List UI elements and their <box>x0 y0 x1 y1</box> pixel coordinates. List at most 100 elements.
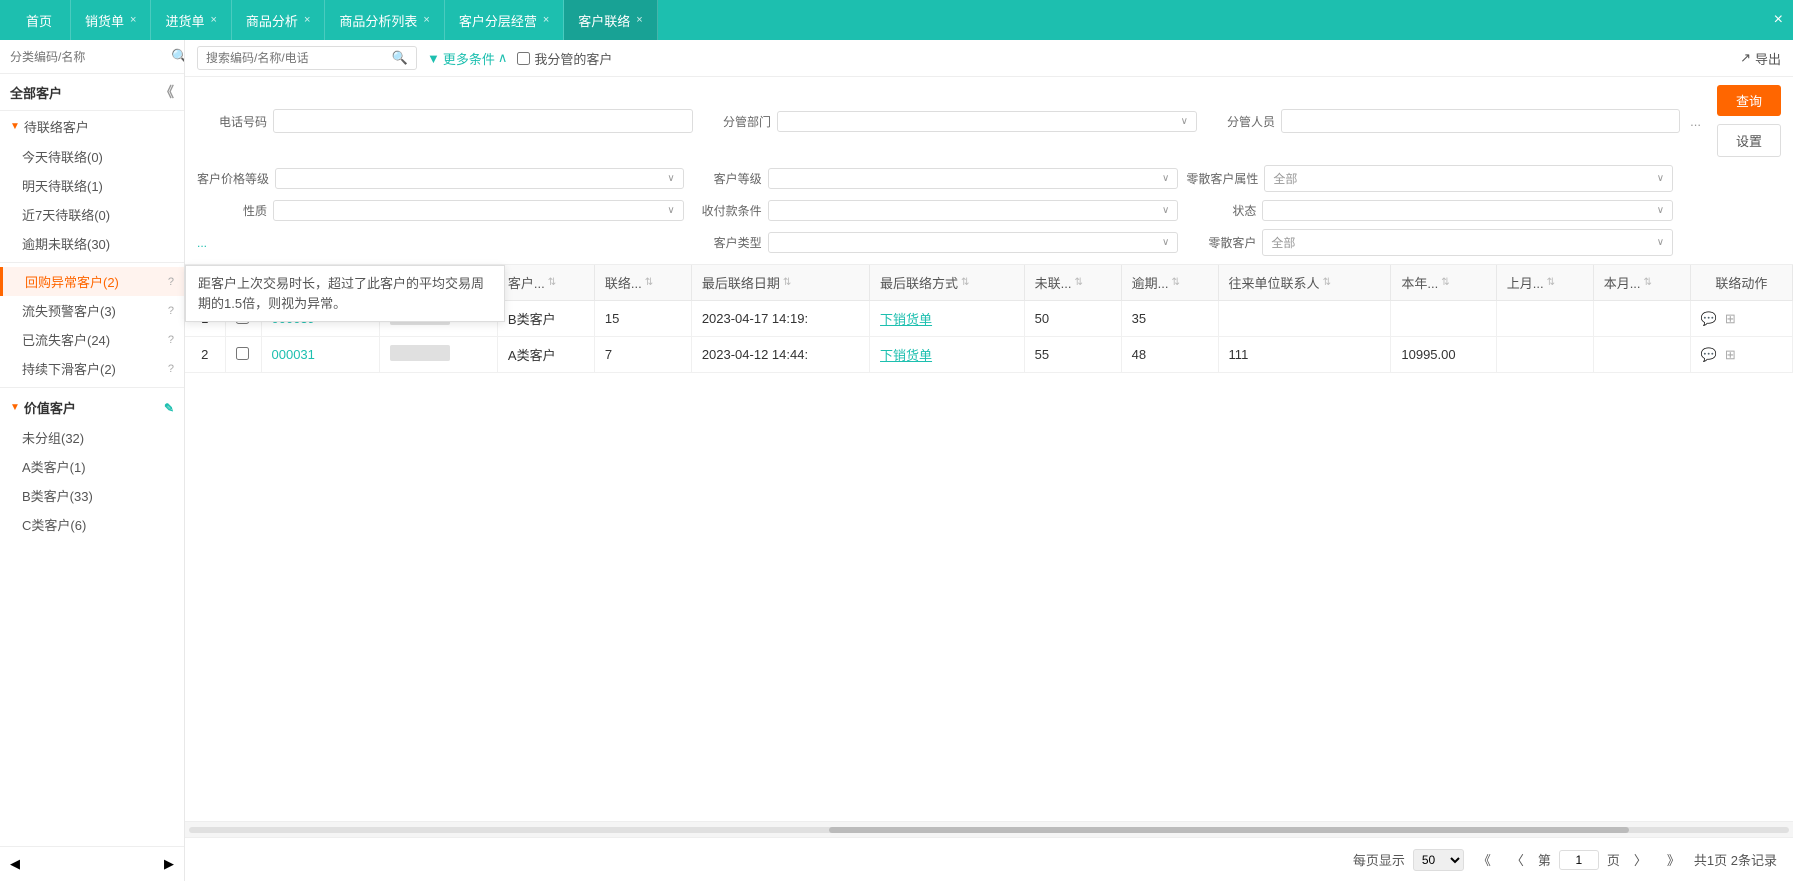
my-customer-checkbox-wrap[interactable]: 我分管的客户 <box>517 49 612 68</box>
dept-select[interactable]: ∨ <box>777 111 1197 132</box>
scrollbar-thumb[interactable] <box>829 827 1629 833</box>
pending-contact-group-label[interactable]: ▼ 待联络客户 <box>0 111 184 142</box>
search-icon[interactable]: 🔍 <box>392 50 408 66</box>
cell-overdue-1: 35 <box>1121 301 1218 337</box>
sidebar-item-tomorrow-pending[interactable]: 明天待联络(1) <box>0 171 184 200</box>
nav-tab-product-analysis[interactable]: 商品分析 × <box>232 0 325 40</box>
export-button[interactable]: ↗ 导出 <box>1740 49 1781 68</box>
sidebar-all-customers-header: 全部客户 《 <box>0 74 184 111</box>
cell-level-2: A类客户 <box>497 337 594 373</box>
filter-cell-dept: 分管部门 ∨ <box>701 111 1197 132</box>
nav-tab-product-analysis-list[interactable]: 商品分析列表 × <box>325 0 444 40</box>
last-page-button[interactable]: 》 <box>1661 848 1686 871</box>
sort-icon[interactable]: ⇅ <box>783 277 791 288</box>
grid-icon[interactable]: ⊞ <box>1725 347 1736 363</box>
nav-tab-customer-segmentation[interactable]: 客户分层经营 × <box>445 0 564 40</box>
help-icon: ? <box>168 334 174 346</box>
content-area: 🔍 ▼ 更多条件 ∧ 我分管的客户 ↗ 导出 电话号码 <box>185 40 1793 881</box>
cell-last-month-2 <box>1496 337 1593 373</box>
status-select[interactable]: ∨ <box>1262 200 1673 221</box>
cell-unread-2: 55 <box>1024 337 1121 373</box>
current-page-input[interactable] <box>1559 850 1599 870</box>
search-input[interactable] <box>206 51 392 65</box>
sort-icon[interactable]: ⇅ <box>548 277 556 288</box>
sidebar-item-unclassified[interactable]: 未分组(32) <box>0 423 184 452</box>
sidebar-item-week-pending[interactable]: 近7天待联络(0) <box>0 200 184 229</box>
phone-input[interactable] <box>273 109 693 133</box>
sort-icon[interactable]: ⇅ <box>1323 277 1331 288</box>
all-customers-label: 全部客户 <box>10 83 62 102</box>
filter-cell-payment: 收付款条件 ∨ <box>692 200 1179 221</box>
per-page-select[interactable]: 20 50 100 <box>1413 849 1464 871</box>
nav-tab-purchase[interactable]: 进货单 × <box>151 0 231 40</box>
close-icon[interactable]: × <box>304 14 310 26</box>
close-icon[interactable]: × <box>210 14 216 26</box>
my-customer-checkbox[interactable] <box>517 52 530 65</box>
nature-select[interactable]: ∨ <box>273 200 684 221</box>
sort-icon[interactable]: ⇅ <box>1074 277 1082 288</box>
customer-level-select[interactable]: ∨ <box>768 168 1179 189</box>
col-contact-header: 联络... ⇅ <box>594 265 691 301</box>
sort-icon[interactable]: ⇅ <box>1644 277 1652 288</box>
sidebar-item-declining-customers[interactable]: 持续下滑客户(2) ? <box>0 354 184 383</box>
customer-type-select[interactable]: ∨ <box>768 232 1179 253</box>
nav-tab-sales[interactable]: 销货单 × <box>71 0 151 40</box>
close-icon[interactable]: × <box>423 14 429 26</box>
close-icon[interactable]: × <box>543 14 549 26</box>
window-close-icon[interactable]: × <box>1774 11 1783 29</box>
price-level-select[interactable]: ∨ <box>275 168 684 189</box>
sidebar-item-overdue-pending[interactable]: 逾期未联络(30) <box>0 229 184 258</box>
phone-label: 电话号码 <box>197 113 267 130</box>
horizontal-scrollbar[interactable] <box>185 821 1793 837</box>
close-icon[interactable]: × <box>130 14 136 26</box>
ellipsis-icon[interactable]: ... <box>1690 114 1701 129</box>
cell-last-date-1: 2023-04-17 14:19: <box>691 301 869 337</box>
sidebar-item-lost-warning[interactable]: 流失预警客户(3) ? <box>0 296 184 325</box>
nav-tab-customer-contact[interactable]: 客户联络 × <box>564 0 657 40</box>
col-this-month-header: 本月... ⇅ <box>1593 265 1690 301</box>
sidebar-bottom-toggle[interactable]: ◀ ▶ <box>0 851 184 877</box>
arrow-icon: ▼ <box>10 121 20 132</box>
sidebar-collapse-button[interactable]: 《 <box>160 82 174 102</box>
sidebar-item-today-pending[interactable]: 今天待联络(0) <box>0 142 184 171</box>
sort-icon[interactable]: ⇅ <box>961 277 969 288</box>
help-icon: ? <box>168 305 174 317</box>
advanced-filter-panel: 电话号码 分管部门 ∨ 分管人员 ... 查询 设置 <box>185 77 1793 265</box>
payment-select[interactable]: ∨ <box>768 200 1179 221</box>
first-page-button[interactable]: 《 <box>1472 848 1497 871</box>
category-search-input[interactable] <box>10 50 165 64</box>
nav-tab-home[interactable]: 首页 <box>8 0 71 40</box>
sort-icon[interactable]: ⇅ <box>645 277 653 288</box>
export-icon: ↗ <box>1740 50 1751 66</box>
chevron-down-icon: ∨ <box>667 173 674 184</box>
grid-icon[interactable]: ⊞ <box>1725 311 1736 327</box>
edit-icon[interactable]: ✎ <box>164 401 174 415</box>
more-conditions-button[interactable]: ▼ 更多条件 ∧ <box>427 49 507 68</box>
sidebar-item-class-c[interactable]: C类客户(6) <box>0 510 184 539</box>
row-checkbox[interactable] <box>236 347 249 360</box>
retail-attr-select[interactable]: 全部 ∨ <box>1264 165 1673 192</box>
retail-customer-select[interactable]: 全部 ∨ <box>1262 229 1673 256</box>
sort-icon[interactable]: ⇅ <box>1547 277 1555 288</box>
more-filters-button[interactable]: ... <box>197 236 207 250</box>
cell-code-2[interactable]: 000031 <box>261 337 379 373</box>
col-action-header: 联络动作 <box>1690 265 1792 301</box>
prev-page-button[interactable]: 〈 <box>1505 848 1530 871</box>
sidebar-item-lost-customers[interactable]: 已流失客户(24) ? <box>0 325 184 354</box>
chat-icon[interactable]: 💬 <box>1701 347 1717 363</box>
sidebar-item-class-a[interactable]: A类客户(1) <box>0 452 184 481</box>
sort-icon[interactable]: ⇅ <box>1441 277 1449 288</box>
query-button[interactable]: 查询 <box>1717 85 1781 116</box>
sidebar-item-class-b[interactable]: B类客户(33) <box>0 481 184 510</box>
value-customer-header[interactable]: ▼ 价值客户 ✎ <box>0 392 184 423</box>
person-input[interactable] <box>1281 109 1680 133</box>
help-icon: ? <box>168 276 174 288</box>
price-level-label: 客户价格等级 <box>197 170 269 187</box>
sidebar-item-repurchase-abnormal[interactable]: 回购异常客户(2) ? <box>0 267 184 296</box>
chat-icon[interactable]: 💬 <box>1701 311 1717 327</box>
set-button[interactable]: 设置 <box>1717 124 1781 157</box>
search-icon[interactable]: 🔍 <box>171 48 185 65</box>
sort-icon[interactable]: ⇅ <box>1171 277 1179 288</box>
close-icon[interactable]: × <box>636 14 642 26</box>
next-page-button[interactable]: 〉 <box>1628 848 1653 871</box>
